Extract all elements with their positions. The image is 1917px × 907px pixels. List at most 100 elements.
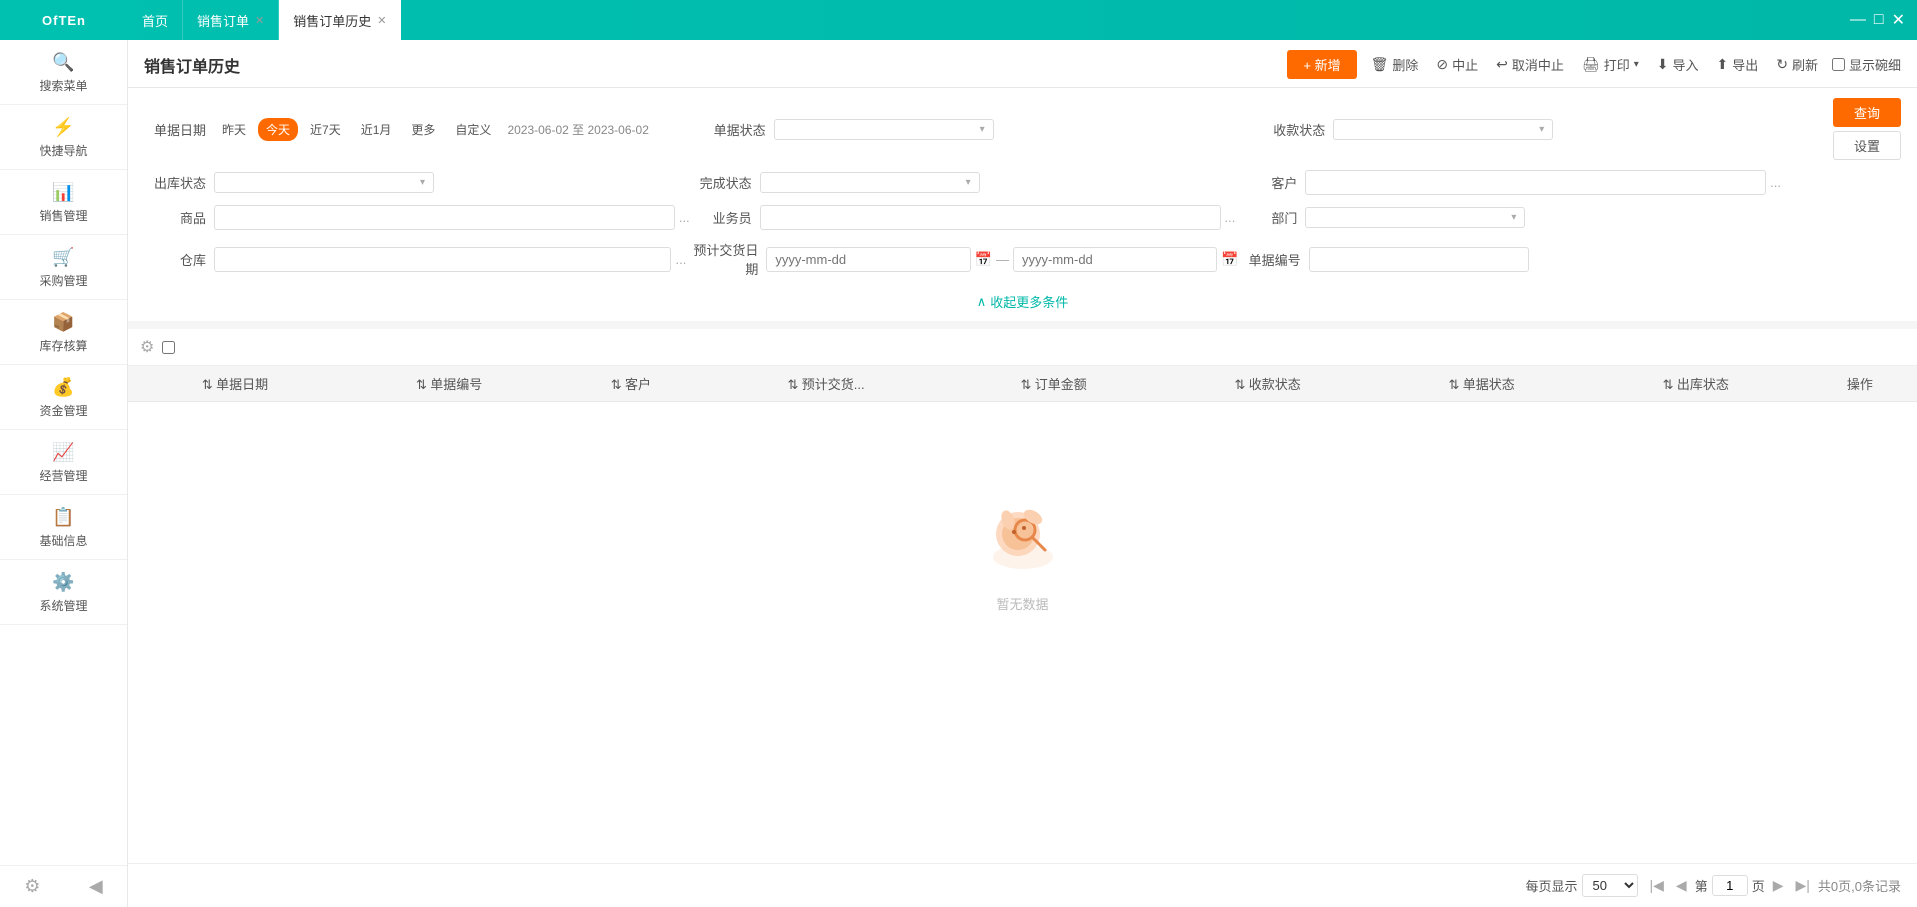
date-more-btn[interactable]: 更多 (403, 118, 443, 141)
sort-icon-date[interactable]: ⇅ (202, 377, 213, 392)
customer-dots[interactable]: ... (1770, 175, 1781, 190)
product-dots[interactable]: ... (679, 210, 690, 225)
sort-icon-delivery[interactable]: ⇅ (1663, 377, 1674, 392)
sidebar-item-inventory-check[interactable]: 📦 库存核算 (0, 300, 127, 365)
sort-icon-customer[interactable]: ⇅ (611, 377, 622, 392)
content-area: 销售订单历史 + 新增 🗑 删除 ⊘ 中止 ↩ 取消中止 🖨 打印 (128, 40, 1917, 907)
warehouse-dots[interactable]: ... (675, 252, 686, 267)
table-header-row: ⇅ 单据日期 ⇅ 单据编号 ⇅ 客户 ⇅ 预计交 (128, 366, 1917, 402)
date-today-btn[interactable]: 今天 (258, 118, 298, 141)
export-icon: ⬆ (1716, 56, 1728, 73)
date-range-text: 2023-06-02 至 2023-06-02 (507, 121, 648, 138)
table-gear-icon[interactable]: ⚙ (140, 337, 154, 357)
expected-from-cal-icon[interactable]: 📅 (975, 251, 992, 268)
sidebar-item-sales-mgmt[interactable]: 📊 销售管理 (0, 170, 127, 235)
stop-button[interactable]: ⊘ 中止 (1432, 53, 1482, 76)
salesperson-dots[interactable]: ... (1225, 210, 1236, 225)
display-cols-checkbox[interactable]: 显示碗细 (1832, 55, 1901, 74)
date-filter-value: 昨天 今天 近7天 近1月 更多 自定义 2023-06-02 至 2023-0… (214, 118, 704, 141)
date-custom-btn[interactable]: 自定义 (447, 118, 499, 141)
warehouse-input[interactable] (214, 247, 671, 272)
close-sales-order-tab[interactable]: ✕ (255, 14, 264, 27)
filter-row-product: 商品 ... 业务员 ... 部门 ▾ (144, 205, 1901, 230)
collapse-more-btn[interactable]: ∧ 收起更多条件 (144, 288, 1901, 311)
date-yesterday-btn[interactable]: 昨天 (214, 118, 254, 141)
query-button[interactable]: 查询 (1833, 98, 1901, 127)
export-button[interactable]: ⬆ 导出 (1712, 53, 1762, 76)
product-input[interactable] (214, 205, 675, 230)
sidebar-item-quick-nav[interactable]: ⚡ 快捷导航 (0, 105, 127, 170)
customer-input[interactable] (1305, 170, 1766, 195)
collection-filter-label: 收款状态 (1263, 120, 1333, 139)
import-button[interactable]: ⬇ 导入 (1653, 53, 1703, 76)
filter-row-warehouse: 仓库 ... 预计交货日期 📅 — 📅 单据编号 (144, 240, 1901, 278)
first-page-btn[interactable]: |◀ (1646, 875, 1668, 896)
date-7d-btn[interactable]: 近7天 (302, 118, 349, 141)
col-date: ⇅ 单据日期 (128, 366, 342, 402)
page-size-select: 每页显示 20 50 100 (1526, 874, 1638, 897)
order-no-filter-label: 单据编号 (1239, 250, 1309, 269)
setup-button[interactable]: 设置 (1833, 131, 1901, 160)
expected-to-input[interactable] (1013, 247, 1217, 272)
order-no-input[interactable] (1309, 247, 1529, 272)
refresh-button[interactable]: ↻ 刷新 (1772, 53, 1822, 76)
page-number-input[interactable] (1712, 875, 1748, 896)
sort-icon-doc[interactable]: ⇅ (1449, 377, 1460, 392)
sidebar-collapse-icon[interactable]: ◀ (89, 876, 103, 897)
sidebar-settings-icon[interactable]: ⚙ (24, 876, 40, 897)
expected-from-input[interactable] (766, 247, 970, 272)
display-cols-checkbox-input[interactable] (1832, 58, 1845, 71)
table-area: ⚙ ⇅ 单据日期 ⇅ 单据编号 ⇅ (128, 329, 1917, 863)
next-page-btn[interactable]: ▶ (1769, 875, 1788, 896)
sidebar-item-system-mgmt[interactable]: ⚙️ 系统管理 (0, 560, 127, 625)
empty-state: 暂无数据 (128, 402, 1917, 673)
brand-logo: OfTEn (0, 0, 128, 40)
delete-icon: 🗑 (1371, 56, 1389, 73)
import-icon: ⬇ (1657, 56, 1669, 73)
select-all-checkbox[interactable] (162, 341, 175, 354)
col-amount: ⇅ 订单金额 (947, 366, 1161, 402)
sort-icon-payment[interactable]: ⇅ (1234, 377, 1245, 392)
collapse-up-icon: ∧ (977, 294, 987, 310)
sort-icon-number[interactable]: ⇅ (416, 377, 427, 392)
sidebar-bottom: ⚙ ◀ (0, 865, 127, 907)
salesperson-input[interactable] (760, 205, 1221, 230)
cancel-stop-button[interactable]: ↩ 取消中止 (1492, 53, 1568, 76)
col-delivery-status: ⇅ 出库状态 (1589, 366, 1803, 402)
complete-select[interactable]: ▾ (760, 172, 980, 193)
tab-home[interactable]: 首页 (128, 0, 183, 40)
expected-to-cal-icon[interactable]: 📅 (1221, 251, 1238, 268)
sidebar-item-ops-mgmt[interactable]: 📈 经营管理 (0, 430, 127, 495)
sidebar-item-purchase-mgmt[interactable]: 🛒 采购管理 (0, 235, 127, 300)
complete-filter-cell: ▾ (760, 172, 1236, 193)
collection-select[interactable]: ▾ (1333, 119, 1553, 140)
dept-select[interactable]: ▾ (1305, 207, 1525, 228)
delivery-select-chevron: ▾ (420, 177, 425, 188)
last-page-btn[interactable]: ▶| (1792, 875, 1814, 896)
delete-button[interactable]: 🗑 删除 (1367, 53, 1423, 76)
close-sales-order-history-tab[interactable]: ✕ (377, 14, 386, 27)
print-button[interactable]: 🖨 打印 ▾ (1578, 53, 1643, 76)
prev-page-btn[interactable]: ◀ (1672, 875, 1691, 896)
system-mgmt-icon: ⚙️ (52, 572, 74, 593)
tab-sales-order[interactable]: 销售订单 ✕ (183, 0, 279, 40)
delivery-select[interactable]: ▾ (214, 172, 434, 193)
sidebar-item-finance-mgmt[interactable]: 💰 资金管理 (0, 365, 127, 430)
sidebar-item-base-info[interactable]: 📋 基础信息 (0, 495, 127, 560)
new-button[interactable]: + 新增 (1287, 50, 1356, 79)
sort-icon-expected[interactable]: ⇅ (788, 377, 799, 392)
maximize-icon[interactable]: □ (1874, 11, 1884, 29)
expected-delivery-filter-cell: 📅 — 📅 (766, 247, 1238, 272)
sort-icon-amount[interactable]: ⇅ (1020, 377, 1031, 392)
sales-mgmt-icon: 📊 (52, 182, 74, 203)
sidebar-item-search-menu[interactable]: 🔍 搜索菜单 (0, 40, 127, 105)
page-size-dropdown[interactable]: 20 50 100 (1582, 874, 1638, 897)
page-label: 第 (1695, 876, 1708, 895)
tab-sales-order-history[interactable]: 销售订单历史 ✕ (279, 0, 401, 40)
minimize-icon[interactable]: — (1850, 11, 1866, 29)
status-select[interactable]: ▾ (774, 119, 994, 140)
date-1m-btn[interactable]: 近1月 (353, 118, 400, 141)
main-layout: 🔍 搜索菜单 ⚡ 快捷导航 📊 销售管理 🛒 采购管理 📦 库存核算 💰 资金管… (0, 40, 1917, 907)
collection-filter-cell: ▾ (1333, 119, 1823, 140)
window-close-icon[interactable]: ✕ (1892, 10, 1905, 30)
